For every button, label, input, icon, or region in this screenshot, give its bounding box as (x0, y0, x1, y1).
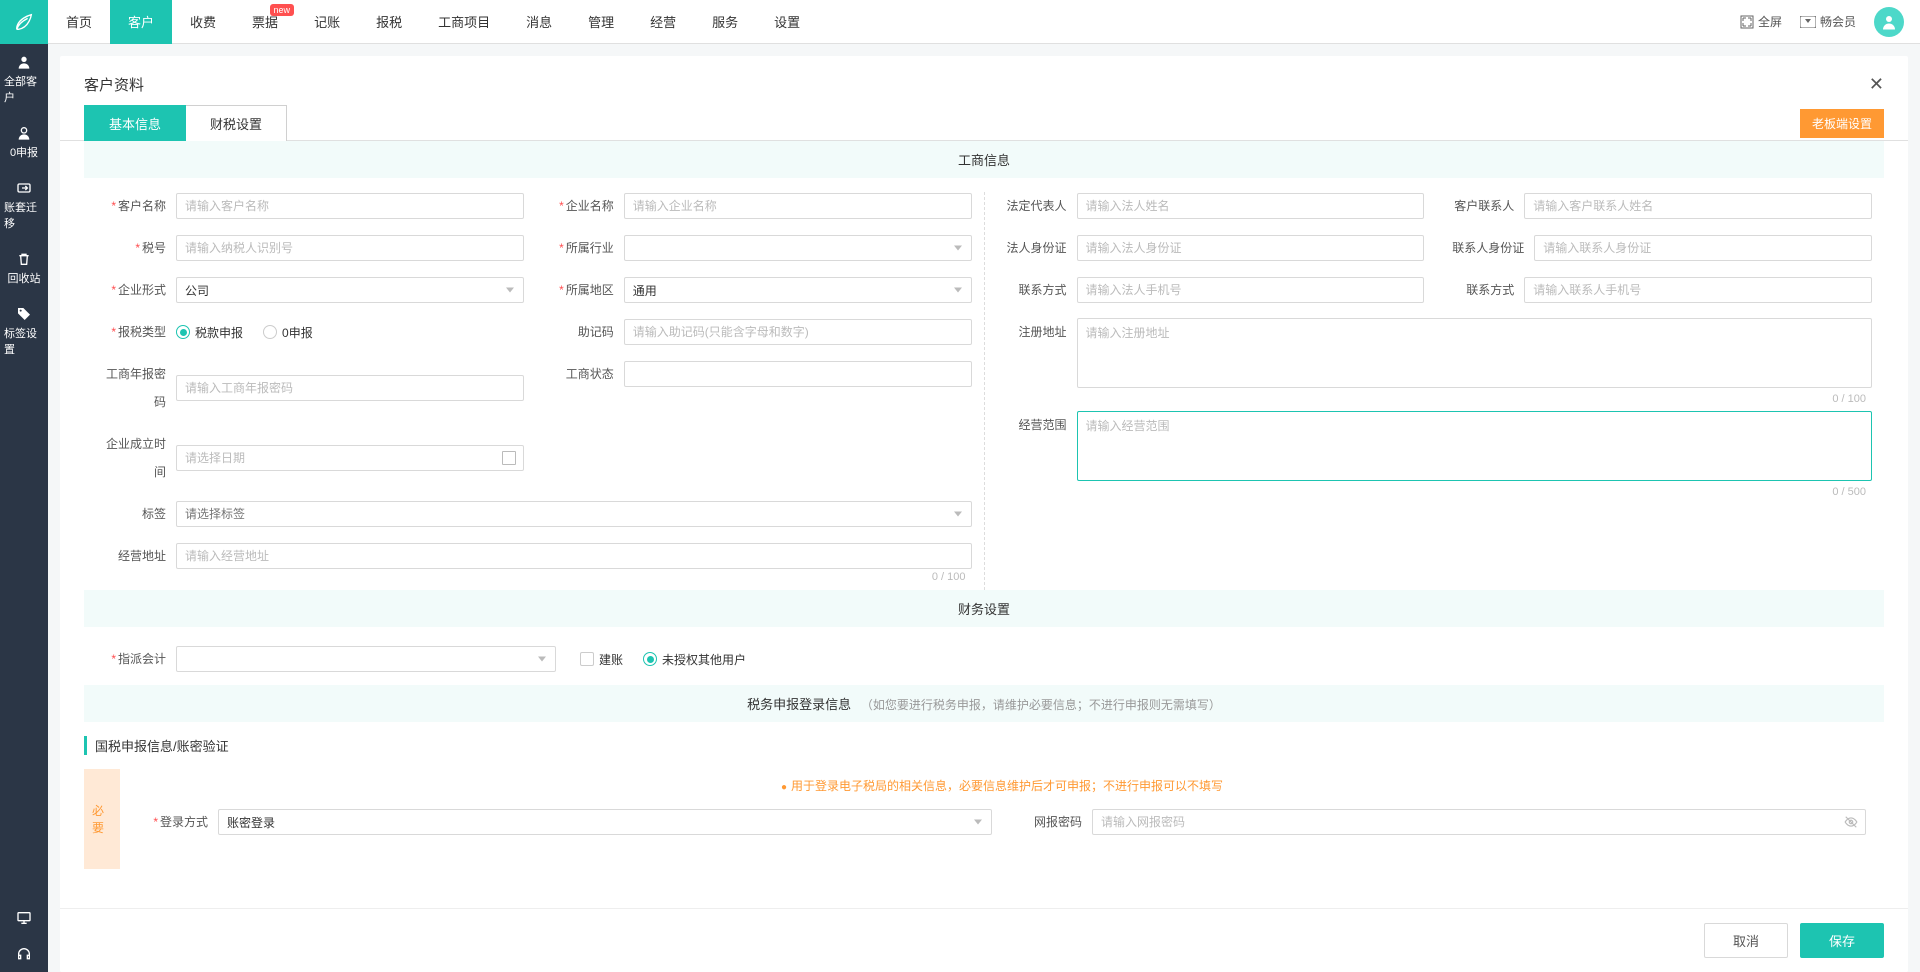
avatar[interactable] (1874, 7, 1904, 37)
customer-contact-input[interactable] (1524, 193, 1872, 219)
biz-scope-textarea[interactable] (1077, 411, 1873, 481)
sidebar-support[interactable] (0, 936, 48, 972)
eye-off-icon[interactable] (1844, 815, 1858, 829)
modal-footer: 取消 保存 (60, 908, 1908, 972)
legal-rep-input[interactable] (1077, 193, 1425, 219)
biz-address-input[interactable] (176, 543, 972, 569)
sidebar-monitor[interactable] (0, 900, 48, 936)
tax-type-radios: 税款申报 0申报 (176, 318, 524, 346)
leaf-icon (13, 11, 35, 33)
main-content: 客户资料 ✕ 基本信息 财税设置 老板端设置 工商信息 *客户名称 (48, 44, 1920, 972)
tag-icon (16, 306, 32, 322)
nav-biz-project[interactable]: 工商项目 (420, 0, 508, 44)
nav-charge[interactable]: 收费 (172, 0, 234, 44)
tab-bar: 基本信息 财税设置 老板端设置 (60, 105, 1908, 141)
modal-header: 客户资料 ✕ (60, 56, 1908, 105)
reg-addr-counter: 0 / 100 (1832, 393, 1866, 405)
company-name-input[interactable] (624, 193, 972, 219)
biz-addr-counter: 0 / 100 (932, 571, 966, 583)
tab-tax-settings[interactable]: 财税设置 (186, 105, 287, 141)
sidebar-all-customers[interactable]: 全部客户 (0, 44, 48, 115)
customer-name-input[interactable] (176, 193, 524, 219)
fullscreen-button[interactable]: 全屏 (1740, 13, 1782, 30)
necessary-box: 必要 用于登录电子税局的相关信息，必要信息维护后才可申报；不进行申报可以不填写 … (84, 769, 1884, 869)
logo[interactable] (0, 0, 48, 44)
nav-manage[interactable]: 管理 (570, 0, 632, 44)
web-pwd-input[interactable] (1092, 809, 1866, 835)
save-button[interactable]: 保存 (1800, 923, 1884, 958)
assign-accountant-select[interactable] (176, 646, 556, 672)
industry-select[interactable] (624, 235, 972, 261)
member-button[interactable]: 畅会员 (1800, 13, 1856, 30)
region-select[interactable] (624, 277, 972, 303)
sidebar-transfer[interactable]: 账套迁移 (0, 170, 48, 241)
user-icon (1880, 13, 1898, 31)
nav-items: 首页 客户 收费 票据new 记账 报税 工商项目 消息 管理 经营 服务 设置 (48, 0, 818, 43)
nav-right: 全屏 畅会员 (1740, 7, 1920, 37)
national-tax-title: 国税申报信息/账密验证 (84, 736, 1884, 755)
sidebar: 全部客户 0申报 账套迁移 回收站 标签设置 (0, 44, 48, 972)
legal-id-input[interactable] (1077, 235, 1425, 261)
radio-tax-declare[interactable]: 税款申报 (176, 324, 243, 341)
login-method-select[interactable] (218, 809, 992, 835)
section-biz-info: 工商信息 (84, 141, 1884, 178)
zero-icon (16, 125, 32, 141)
biz-status-input[interactable] (624, 361, 972, 387)
nav-message[interactable]: 消息 (508, 0, 570, 44)
nav-ticket[interactable]: 票据new (234, 0, 296, 44)
trash-icon (16, 251, 32, 267)
reg-address-textarea[interactable] (1077, 318, 1873, 388)
tab-basic-info[interactable]: 基本信息 (84, 105, 186, 141)
mnemonic-input[interactable] (624, 319, 972, 345)
annual-pwd-input[interactable] (176, 375, 524, 401)
form-scroll[interactable]: 工商信息 *客户名称 *税号 (60, 140, 1908, 908)
transfer-icon (16, 180, 32, 196)
contact-phone-input[interactable] (1524, 277, 1872, 303)
nav-tax[interactable]: 报税 (358, 0, 420, 44)
tags-select[interactable] (176, 501, 972, 527)
sidebar-tags[interactable]: 标签设置 (0, 296, 48, 367)
fullscreen-icon (1740, 15, 1754, 29)
nav-accounting[interactable]: 记账 (296, 0, 358, 44)
member-icon (1800, 16, 1816, 28)
monitor-icon (16, 910, 32, 926)
no-auth-radio[interactable]: 未授权其他用户 (643, 651, 746, 668)
biz-scope-counter: 0 / 500 (1832, 486, 1866, 498)
radio-zero-declare[interactable]: 0申报 (263, 324, 313, 341)
nav-settings[interactable]: 设置 (756, 0, 818, 44)
sidebar-recycle[interactable]: 回收站 (0, 241, 48, 296)
section-fin-setting: 财务设置 (84, 590, 1884, 627)
nav-customer[interactable]: 客户 (110, 0, 172, 44)
section-tax-login: 税务申报登录信息 （如您要进行税务申报，请维护必要信息；不进行申报则无需填写） (84, 685, 1884, 722)
new-badge: new (270, 4, 295, 16)
close-icon[interactable]: ✕ (1869, 74, 1884, 95)
legal-phone-input[interactable] (1077, 277, 1425, 303)
tax-no-input[interactable] (176, 235, 524, 261)
nav-operate[interactable]: 经营 (632, 0, 694, 44)
form-right-col: 法定代表人 法人身份证 联系方式 (985, 192, 1885, 590)
contact-id-input[interactable] (1534, 235, 1872, 261)
necessary-tag: 必要 (84, 769, 120, 869)
top-nav: 首页 客户 收费 票据new 记账 报税 工商项目 消息 管理 经营 服务 设置… (0, 0, 1920, 44)
modal-panel: 客户资料 ✕ 基本信息 财税设置 老板端设置 工商信息 *客户名称 (60, 56, 1908, 972)
tax-info-note: 用于登录电子税局的相关信息，必要信息维护后才可申报；不进行申报可以不填写 (138, 769, 1866, 808)
nav-service[interactable]: 服务 (694, 0, 756, 44)
boss-settings-button[interactable]: 老板端设置 (1800, 109, 1884, 138)
establish-date-input[interactable] (176, 445, 524, 471)
sidebar-zero-declare[interactable]: 0申报 (0, 115, 48, 170)
users-icon (16, 54, 32, 70)
create-account-checkbox[interactable]: 建账 (580, 651, 623, 668)
nav-home[interactable]: 首页 (48, 0, 110, 44)
company-form-select[interactable] (176, 277, 524, 303)
cancel-button[interactable]: 取消 (1704, 923, 1788, 958)
modal-title: 客户资料 (84, 74, 144, 95)
form-left-col: *客户名称 *税号 *企业形式 (84, 192, 985, 590)
headset-icon (16, 946, 32, 962)
